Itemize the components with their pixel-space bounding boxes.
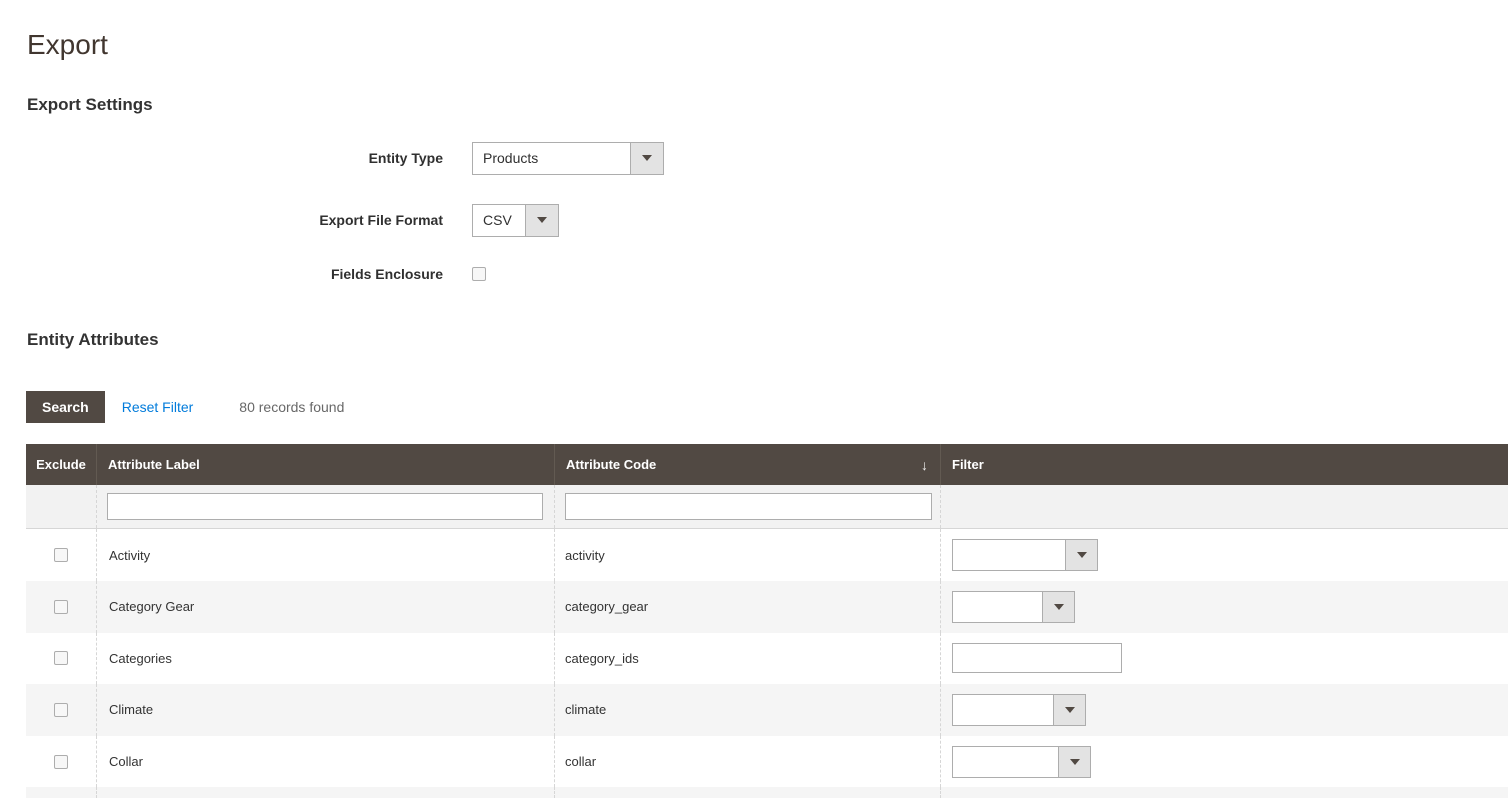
row-filter-select[interactable] bbox=[952, 590, 1075, 623]
reset-filter-link[interactable]: Reset Filter bbox=[122, 399, 194, 415]
row-filter-select[interactable] bbox=[952, 539, 1098, 572]
file-format-label: Export File Format bbox=[319, 212, 443, 229]
file-format-value: CSV bbox=[473, 204, 525, 236]
page-title: Export bbox=[27, 29, 108, 60]
chevron-down-icon[interactable] bbox=[1042, 591, 1074, 622]
entity-attributes-heading: Entity Attributes bbox=[27, 329, 159, 349]
filter-cell-label bbox=[96, 485, 554, 529]
table-row: Collar collar bbox=[26, 735, 1508, 788]
exclude-checkbox[interactable] bbox=[54, 548, 68, 563]
column-header-attribute-code[interactable]: Attribute Code ↓ bbox=[554, 444, 940, 486]
export-settings-form: Entity Type Products Export File Format … bbox=[27, 141, 1508, 282]
attribute-code-cell: collar bbox=[554, 735, 940, 788]
column-header-exclude: Exclude bbox=[36, 457, 86, 473]
table-row-partial bbox=[26, 787, 1508, 799]
attribute-label-cell: Category Gear bbox=[96, 580, 554, 633]
filter-cell-code bbox=[554, 485, 940, 529]
sort-descending-icon: ↓ bbox=[921, 456, 928, 473]
attribute-label-cell: Climate bbox=[96, 684, 554, 736]
column-header-attribute-label[interactable]: Attribute Label bbox=[96, 444, 554, 486]
chevron-down-icon[interactable] bbox=[1053, 694, 1085, 725]
column-header-filter: Filter bbox=[940, 444, 1508, 486]
grid-toolbar: Search Reset Filter 80 records found bbox=[26, 391, 1508, 424]
table-row: Category Gear category_gear bbox=[26, 580, 1508, 633]
fields-enclosure-row: Fields Enclosure bbox=[27, 266, 1508, 282]
attribute-code-filter-input[interactable] bbox=[565, 493, 932, 521]
attribute-code-cell: activity bbox=[554, 529, 940, 581]
table-row: Activity activity bbox=[26, 529, 1508, 581]
entity-type-value: Products bbox=[473, 142, 630, 174]
fields-enclosure-label: Fields Enclosure bbox=[330, 265, 443, 282]
search-button[interactable]: Search bbox=[26, 391, 105, 424]
export-page: Export Export Settings Entity Type Produ… bbox=[0, 0, 1508, 802]
chevron-down-icon[interactable] bbox=[630, 142, 663, 174]
chevron-down-icon[interactable] bbox=[525, 204, 558, 236]
attribute-code-header-text: Attribute Code bbox=[566, 457, 657, 473]
chevron-down-icon[interactable] bbox=[1058, 746, 1090, 777]
exclude-checkbox[interactable] bbox=[54, 599, 68, 614]
attribute-code-cell: climate bbox=[554, 684, 940, 736]
attribute-label-cell: Categories bbox=[96, 632, 554, 685]
filter-cell-exclude bbox=[26, 485, 96, 528]
table-filter-row bbox=[26, 485, 1508, 530]
attribute-label-filter-input[interactable] bbox=[107, 493, 543, 521]
exclude-checkbox[interactable] bbox=[54, 754, 68, 769]
attributes-table: Exclude Attribute Label Attribute Code ↓… bbox=[26, 444, 1508, 799]
table-row: Categories category_ids bbox=[26, 632, 1508, 685]
exclude-checkbox[interactable] bbox=[54, 702, 68, 717]
row-filter-select[interactable] bbox=[952, 693, 1086, 726]
attribute-code-cell: category_ids bbox=[554, 632, 940, 685]
attribute-label-cell: Collar bbox=[96, 735, 554, 788]
export-settings-heading: Export Settings bbox=[27, 94, 153, 114]
entity-type-label: Entity Type bbox=[368, 150, 443, 167]
table-header-row: Exclude Attribute Label Attribute Code ↓… bbox=[26, 444, 1508, 486]
file-format-select[interactable]: CSV bbox=[472, 203, 559, 237]
fields-enclosure-checkbox[interactable] bbox=[472, 266, 486, 281]
attribute-label-cell: Activity bbox=[96, 529, 554, 581]
filter-cell-filter bbox=[940, 485, 1508, 529]
row-filter-input[interactable] bbox=[952, 643, 1122, 674]
chevron-down-icon[interactable] bbox=[1065, 540, 1097, 571]
records-found-text: 80 records found bbox=[239, 399, 345, 416]
table-row: Climate climate bbox=[26, 684, 1508, 736]
file-format-row: Export File Format CSV bbox=[27, 203, 1508, 237]
attribute-code-cell: category_gear bbox=[554, 580, 940, 633]
entity-type-select[interactable]: Products bbox=[472, 141, 664, 175]
row-filter-select[interactable] bbox=[952, 745, 1091, 778]
exclude-checkbox[interactable] bbox=[54, 651, 68, 666]
entity-type-row: Entity Type Products bbox=[27, 141, 1508, 175]
